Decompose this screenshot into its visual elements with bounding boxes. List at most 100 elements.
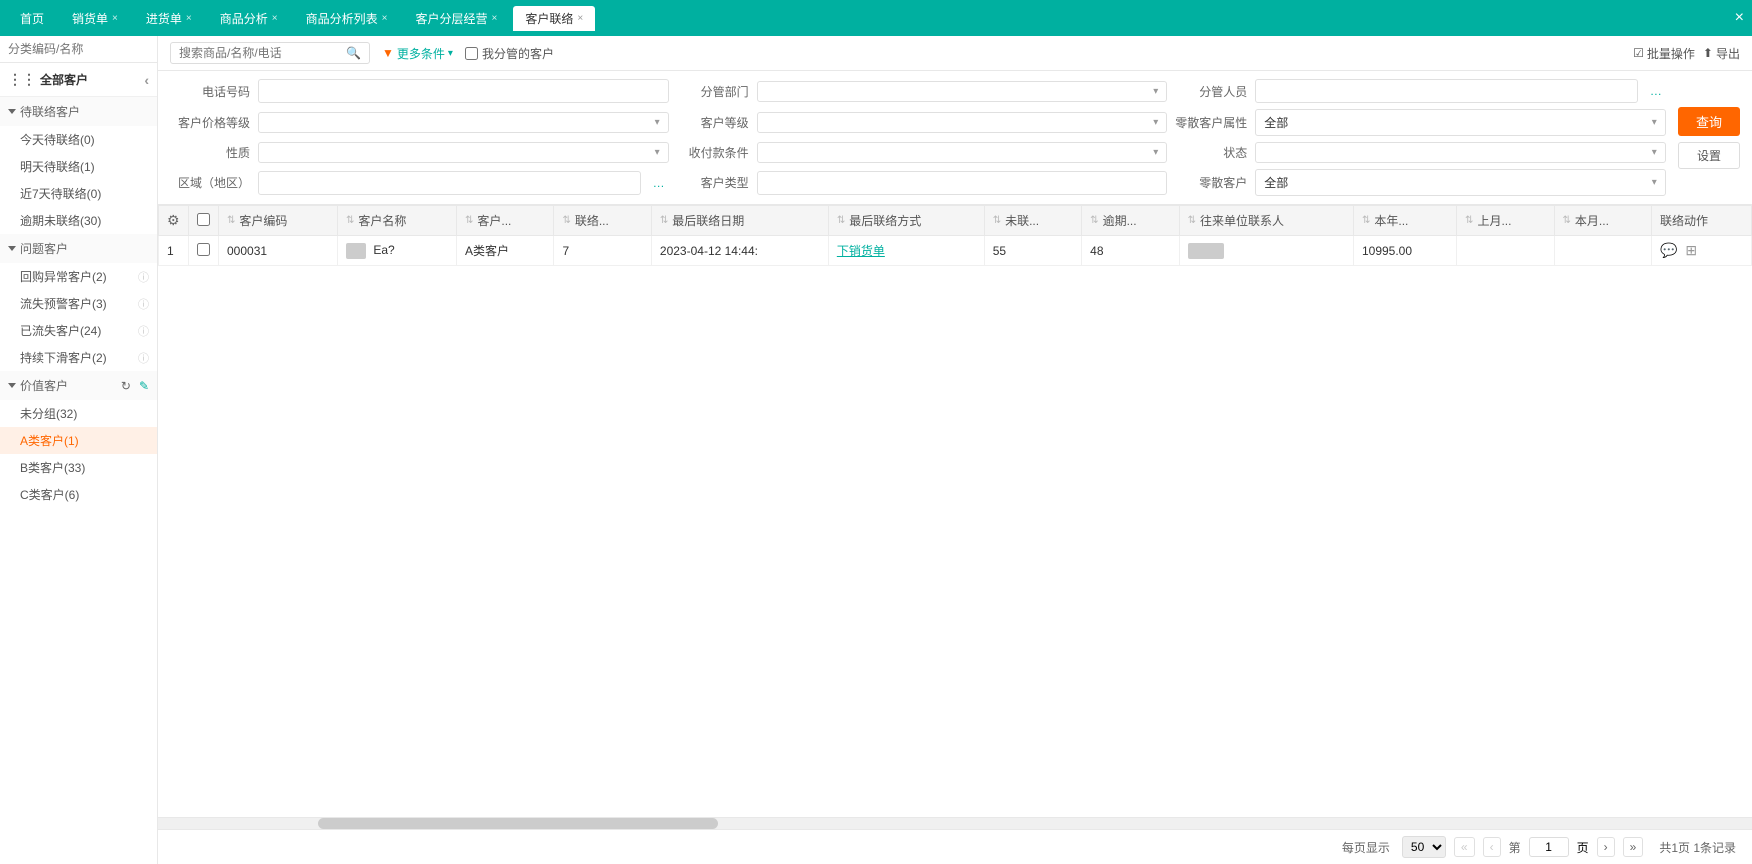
chat-btn[interactable]: 💬 — [1660, 242, 1677, 259]
sidebar-item-rebuy-abnormal[interactable]: 回购异常客户(2) ⓘ — [0, 263, 157, 290]
sidebar-item-overdue[interactable]: 逾期未联络(30) — [0, 207, 157, 234]
sidebar-item-churned[interactable]: 已流失客户(24) ⓘ — [0, 317, 157, 344]
ellipsis-region[interactable]: … — [649, 176, 669, 190]
my-customers-filter[interactable]: 我分管的客户 — [465, 45, 554, 62]
tab-customer-contact[interactable]: 客户联络 × — [513, 6, 595, 31]
tab-product-analysis[interactable]: 商品分析 × — [208, 6, 290, 31]
setting-btn[interactable]: 设置 — [1678, 142, 1740, 169]
horizontal-scrollbar[interactable] — [158, 817, 1752, 829]
qr-btn[interactable]: ⊞ — [1685, 242, 1697, 259]
chevron-down-nature: ▾ — [655, 147, 660, 158]
sort-icon-contact[interactable]: ⇅ — [562, 215, 570, 226]
filter-field-phone: 电话号码 — [170, 79, 669, 103]
next-page-btn[interactable]: › — [1597, 837, 1615, 857]
edit-icon[interactable]: ✎ — [139, 379, 149, 393]
close-tab-customer-tier[interactable]: × — [491, 13, 497, 24]
filter-select-dept[interactable]: ▾ — [757, 81, 1168, 102]
page-input[interactable] — [1529, 837, 1569, 857]
export-btn[interactable]: ⬆ 导出 — [1703, 45, 1740, 62]
close-tab-customer-contact[interactable]: × — [577, 13, 583, 24]
close-tab-sales[interactable]: × — [112, 13, 118, 24]
close-tab-product-list[interactable]: × — [382, 13, 388, 24]
sidebar-item-today[interactable]: 今天待联络(0) — [0, 126, 157, 153]
section-toggle-problem[interactable] — [8, 246, 16, 251]
first-page-btn[interactable]: « — [1454, 837, 1475, 857]
main-search-input[interactable] — [179, 46, 342, 60]
sort-icon-code[interactable]: ⇅ — [227, 215, 235, 226]
filter-field-nature: 性质 ▾ — [170, 142, 669, 163]
last-page-btn[interactable]: » — [1623, 837, 1644, 857]
sidebar: 🔍 ⋮⋮ 全部客户 ‹ 待联络客户 今天待联络(0) 明天待联络(1) 近7天待… — [0, 36, 158, 864]
sort-icon-method[interactable]: ⇅ — [837, 215, 845, 226]
table-header-row: ⚙ ⇅ 客户编码 ⇅ — [159, 206, 1752, 236]
col-last-month: ⇅ 上月... — [1457, 206, 1554, 236]
more-filters-btn[interactable]: ▼ 更多条件 ▾ — [382, 45, 453, 62]
collapse-sidebar-btn[interactable]: ‹ — [144, 72, 149, 88]
filter-select-scattered-attr[interactable]: 全部 ▾ — [1255, 109, 1666, 136]
main-search-icon[interactable]: 🔍 — [346, 46, 361, 60]
col-gear-btn[interactable]: ⚙ — [167, 212, 180, 229]
sort-icon-name[interactable]: ⇅ — [346, 215, 354, 226]
batch-op-btn[interactable]: ☑ 批量操作 — [1633, 45, 1695, 62]
tab-home[interactable]: 首页 — [8, 6, 56, 31]
close-tab-purchase[interactable]: × — [186, 13, 192, 24]
query-btn[interactable]: 查询 — [1678, 107, 1740, 136]
sort-icon-type[interactable]: ⇅ — [465, 215, 473, 226]
main-search-box[interactable]: 🔍 — [170, 42, 370, 64]
ellipsis-person[interactable]: … — [1646, 84, 1666, 98]
filter-row-3: 性质 ▾ 收付款条件 ▾ — [170, 142, 1666, 163]
filter-input-person[interactable] — [1255, 79, 1638, 103]
sidebar-search-input[interactable] — [8, 42, 158, 56]
filter-select-status[interactable]: ▾ — [1255, 142, 1666, 163]
sidebar-item-class-b[interactable]: B类客户(33) — [0, 454, 157, 481]
sort-icon-thismonth[interactable]: ⇅ — [1563, 215, 1571, 226]
page-size-label: 每页显示 — [1342, 839, 1390, 856]
filter-input-customer-type[interactable] — [757, 171, 1168, 195]
sidebar-item-tomorrow[interactable]: 明天待联络(1) — [0, 153, 157, 180]
sidebar-item-churn-warning[interactable]: 流失预警客户(3) ⓘ — [0, 290, 157, 317]
page-size-select[interactable]: 50 — [1402, 836, 1446, 858]
chevron-down-scattered: ▾ — [1652, 117, 1657, 128]
main-layout: 🔍 ⋮⋮ 全部客户 ‹ 待联络客户 今天待联络(0) 明天待联络(1) 近7天待… — [0, 36, 1752, 864]
close-window-btn[interactable]: × — [1735, 9, 1744, 27]
filter-select-scattered[interactable]: 全部 ▾ — [1255, 169, 1666, 196]
filter-select-customer-level[interactable]: ▾ — [757, 112, 1168, 133]
sidebar-item-class-c[interactable]: C类客户(6) — [0, 481, 157, 508]
filter-label-scattered: 零散客户 — [1167, 174, 1247, 191]
filter-select-payment[interactable]: ▾ — [757, 142, 1168, 163]
col-this-month: ⇅ 本月... — [1554, 206, 1651, 236]
sort-icon-overdue[interactable]: ⇅ — [1090, 215, 1098, 226]
row-actions: 💬 ⊞ — [1651, 236, 1751, 266]
last-contact-method-link[interactable]: 下销货单 — [837, 244, 885, 258]
tab-product-analysis-list[interactable]: 商品分析列表 × — [294, 6, 400, 31]
filter-select-price-level[interactable]: ▾ — [258, 112, 669, 133]
close-tab-product[interactable]: × — [272, 13, 278, 24]
tab-customer-tier[interactable]: 客户分层经营 × — [403, 6, 509, 31]
section-toggle-pending[interactable] — [8, 109, 16, 114]
my-customers-checkbox[interactable] — [465, 47, 478, 60]
tab-sales-order[interactable]: 销货单 × — [60, 6, 130, 31]
sort-icon-person[interactable]: ⇅ — [1188, 215, 1196, 226]
section-toggle-value[interactable] — [8, 383, 16, 388]
sort-icon-lastmonth[interactable]: ⇅ — [1465, 215, 1473, 226]
scroll-thumb[interactable] — [318, 818, 718, 829]
select-all-checkbox[interactable] — [197, 213, 210, 226]
sidebar-item-7days[interactable]: 近7天待联络(0) — [0, 180, 157, 207]
sidebar-item-class-a[interactable]: A类客户(1) — [0, 427, 157, 454]
sort-icon-nocontact[interactable]: ⇅ — [993, 215, 1001, 226]
sort-icon-date[interactable]: ⇅ — [660, 215, 668, 226]
sidebar-all-customers[interactable]: ⋮⋮ 全部客户 ‹ — [0, 63, 157, 97]
tab-purchase-order[interactable]: 进货单 × — [134, 6, 204, 31]
refresh-icon[interactable]: ↻ — [121, 379, 131, 393]
filter-input-phone[interactable] — [258, 79, 669, 103]
prev-page-btn[interactable]: ‹ — [1483, 837, 1501, 857]
row-select-checkbox[interactable] — [197, 243, 210, 256]
sidebar-item-declining[interactable]: 持续下滑客户(2) ⓘ — [0, 344, 157, 371]
filter-input-region[interactable] — [258, 171, 641, 195]
col-last-contact-method: ⇅ 最后联络方式 — [828, 206, 984, 236]
filter-select-nature[interactable]: ▾ — [258, 142, 669, 163]
sort-icon-year[interactable]: ⇅ — [1362, 215, 1370, 226]
filter-label-nature: 性质 — [170, 144, 250, 161]
col-overdue: ⇅ 逾期... — [1082, 206, 1179, 236]
sidebar-item-unclassified[interactable]: 未分组(32) — [0, 400, 157, 427]
